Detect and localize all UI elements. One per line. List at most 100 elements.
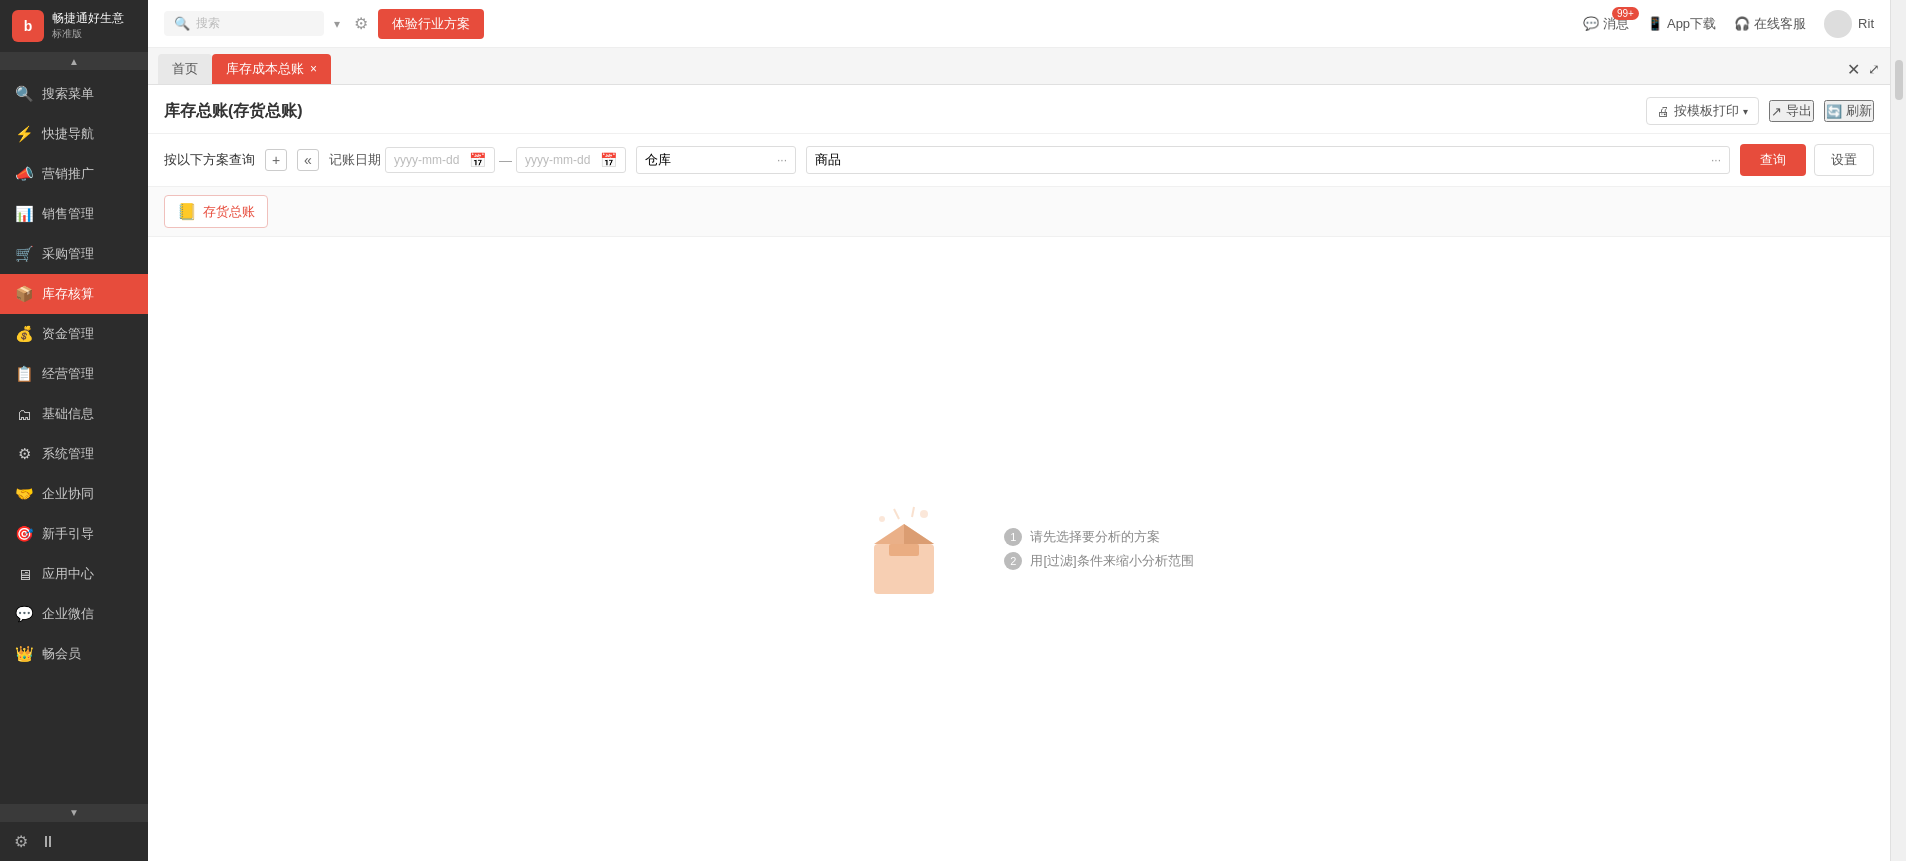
online-service-btn[interactable]: 🎧 在线客服 bbox=[1734, 15, 1806, 33]
tab-close-icon[interactable]: × bbox=[310, 62, 317, 76]
settings-btn[interactable]: 设置 bbox=[1814, 144, 1874, 176]
filter-add-btn[interactable]: + bbox=[265, 149, 287, 171]
filter-label: 按以下方案查询 bbox=[164, 151, 255, 169]
calendar-end-icon: 📅 bbox=[600, 152, 617, 168]
content-area: 库存总账(存货总账) 🖨 按模板打印 ▾ ↗ 导出 🔄 刷新 按以下方案查询 bbox=[148, 85, 1890, 861]
messages-badge: 99+ bbox=[1612, 7, 1639, 20]
tab-active-label: 库存成本总账 bbox=[226, 60, 304, 78]
refresh-icon: 🔄 bbox=[1826, 104, 1842, 119]
sidebar-item-appstore[interactable]: 🖥 应用中心 bbox=[0, 554, 148, 594]
warehouse-label: 仓库 bbox=[645, 151, 671, 169]
sidebar-item-label: 基础信息 bbox=[42, 405, 94, 423]
sidebar-item-operation[interactable]: 📋 经营管理 bbox=[0, 354, 148, 394]
operation-icon: 📋 bbox=[14, 364, 34, 384]
sidebar-item-label: 畅会员 bbox=[42, 645, 81, 663]
headset-icon: 🎧 bbox=[1734, 16, 1750, 31]
industry-btn[interactable]: 体验行业方案 bbox=[378, 9, 484, 39]
sidebar-item-label: 搜索菜单 bbox=[42, 85, 94, 103]
sidebar-item-guide[interactable]: 🎯 新手引导 bbox=[0, 514, 148, 554]
topbar-gear-icon[interactable]: ⚙ bbox=[354, 14, 368, 33]
empty-illustration bbox=[844, 489, 964, 609]
purchase-icon: 🛒 bbox=[14, 244, 34, 264]
query-btn[interactable]: 查询 bbox=[1740, 144, 1806, 176]
sidebar-scroll-up[interactable]: ▲ bbox=[0, 53, 148, 70]
sidebar-item-purchase[interactable]: 🛒 采购管理 bbox=[0, 234, 148, 274]
svg-point-7 bbox=[879, 516, 885, 522]
panel-expand-icon[interactable]: ⤢ bbox=[1868, 61, 1880, 77]
settings-icon[interactable]: ⚙ bbox=[14, 832, 28, 851]
page-header: 库存总账(存货总账) 🖨 按模板打印 ▾ ↗ 导出 🔄 刷新 bbox=[148, 85, 1890, 134]
svg-marker-2 bbox=[904, 524, 934, 544]
refresh-label: 刷新 bbox=[1846, 102, 1872, 120]
topbar-right: 💬 消息 99+ 📱 App下载 🎧 在线客服 Rit bbox=[1583, 10, 1874, 38]
panel-close-icon[interactable]: ✕ bbox=[1847, 60, 1860, 79]
app-download-label: App下载 bbox=[1667, 15, 1716, 33]
tab-inventory-ledger[interactable]: 库存成本总账 × bbox=[212, 54, 331, 84]
svg-line-5 bbox=[912, 507, 914, 517]
date-label: 记账日期 bbox=[329, 151, 381, 169]
app-name: 畅捷通好生意 bbox=[52, 11, 124, 27]
svg-line-4 bbox=[894, 509, 899, 519]
inventory-icon: 📦 bbox=[14, 284, 34, 304]
svg-rect-3 bbox=[889, 544, 919, 556]
date-end-input[interactable]: yyyy-mm-dd 📅 bbox=[516, 147, 626, 173]
print-btn[interactable]: 🖨 按模板打印 ▾ bbox=[1646, 97, 1759, 125]
date-separator: — bbox=[499, 153, 512, 168]
online-service-label: 在线客服 bbox=[1754, 15, 1806, 33]
right-panel bbox=[1890, 0, 1906, 861]
empty-svg bbox=[844, 489, 964, 609]
date-start-input[interactable]: yyyy-mm-dd 📅 bbox=[385, 147, 495, 173]
print-dropdown-icon: ▾ bbox=[1743, 106, 1748, 117]
warehouse-more-icon: ··· bbox=[777, 153, 787, 167]
tab-home[interactable]: 首页 bbox=[158, 54, 212, 84]
sidebar-item-system[interactable]: ⚙ 系统管理 bbox=[0, 434, 148, 474]
sidebar-footer: ⚙ ⏸ bbox=[0, 821, 148, 861]
member-icon: 👑 bbox=[14, 644, 34, 664]
sidebar-item-label: 企业微信 bbox=[42, 605, 94, 623]
export-btn[interactable]: ↗ 导出 bbox=[1769, 100, 1814, 122]
schema-selector: 📒 存货总账 bbox=[148, 187, 1890, 237]
sidebar-item-label: 采购管理 bbox=[42, 245, 94, 263]
audio-icon[interactable]: ⏸ bbox=[40, 833, 56, 851]
sidebar-item-quick-nav[interactable]: ⚡ 快捷导航 bbox=[0, 114, 148, 154]
sales-icon: 📊 bbox=[14, 204, 34, 224]
filter-collapse-btn[interactable]: « bbox=[297, 149, 319, 171]
step1-num: 1 bbox=[1004, 528, 1022, 546]
refresh-btn[interactable]: 🔄 刷新 bbox=[1824, 100, 1874, 122]
topbar-search[interactable]: 🔍 搜索 bbox=[164, 11, 324, 36]
sidebar-item-basic[interactable]: 🗂 基础信息 bbox=[0, 394, 148, 434]
guide-icon: 🎯 bbox=[14, 524, 34, 544]
sidebar-item-marketing[interactable]: 📣 营销推广 bbox=[0, 154, 148, 194]
sidebar-item-label: 库存核算 bbox=[42, 285, 94, 303]
finance-icon: 💰 bbox=[14, 324, 34, 344]
messages-btn[interactable]: 💬 消息 99+ bbox=[1583, 15, 1629, 33]
sidebar-logo: b 畅捷通好生意 标准版 bbox=[0, 0, 148, 53]
date-start-placeholder: yyyy-mm-dd bbox=[394, 153, 459, 167]
user-area[interactable]: Rit bbox=[1824, 10, 1874, 38]
svg-point-6 bbox=[920, 510, 928, 518]
schema-item-label: 存货总账 bbox=[203, 203, 255, 221]
export-icon: ↗ bbox=[1771, 104, 1782, 119]
sidebar-item-sales[interactable]: 📊 销售管理 bbox=[0, 194, 148, 234]
app-download-btn[interactable]: 📱 App下载 bbox=[1647, 15, 1716, 33]
schema-item-icon: 📒 bbox=[177, 202, 197, 221]
sidebar-item-member[interactable]: 👑 畅会员 bbox=[0, 634, 148, 674]
warehouse-filter[interactable]: 仓库 ··· bbox=[636, 146, 796, 174]
sidebar-item-enterprise[interactable]: 🤝 企业协同 bbox=[0, 474, 148, 514]
sidebar-scroll-down[interactable]: ▼ bbox=[0, 804, 148, 821]
topbar-dropdown-icon[interactable]: ▾ bbox=[334, 17, 340, 31]
system-icon: ⚙ bbox=[14, 444, 34, 464]
hint2-text: 用[过滤]条件来缩小分析范围 bbox=[1030, 552, 1193, 570]
filter-bar: 按以下方案查询 + « 记账日期 yyyy-mm-dd 📅 — yyyy-mm-… bbox=[148, 134, 1890, 187]
sidebar-item-wechat[interactable]: 💬 企业微信 bbox=[0, 594, 148, 634]
sidebar-item-inventory[interactable]: 📦 库存核算 bbox=[0, 274, 148, 314]
sidebar-item-finance[interactable]: 💰 资金管理 bbox=[0, 314, 148, 354]
product-filter[interactable]: 商品 ··· bbox=[806, 146, 1730, 174]
app-version: 标准版 bbox=[52, 27, 124, 41]
marketing-icon: 📣 bbox=[14, 164, 34, 184]
scrollbar-thumb[interactable] bbox=[1895, 60, 1903, 100]
empty-text: 1 请先选择要分析的方案 2 用[过滤]条件来缩小分析范围 bbox=[1004, 522, 1193, 576]
schema-item-inventory-ledger[interactable]: 📒 存货总账 bbox=[164, 195, 268, 228]
topbar: 🔍 搜索 ▾ ⚙ 体验行业方案 💬 消息 99+ 📱 App下载 🎧 在线客服 … bbox=[148, 0, 1890, 48]
sidebar-item-search[interactable]: 🔍 搜索菜单 bbox=[0, 74, 148, 114]
